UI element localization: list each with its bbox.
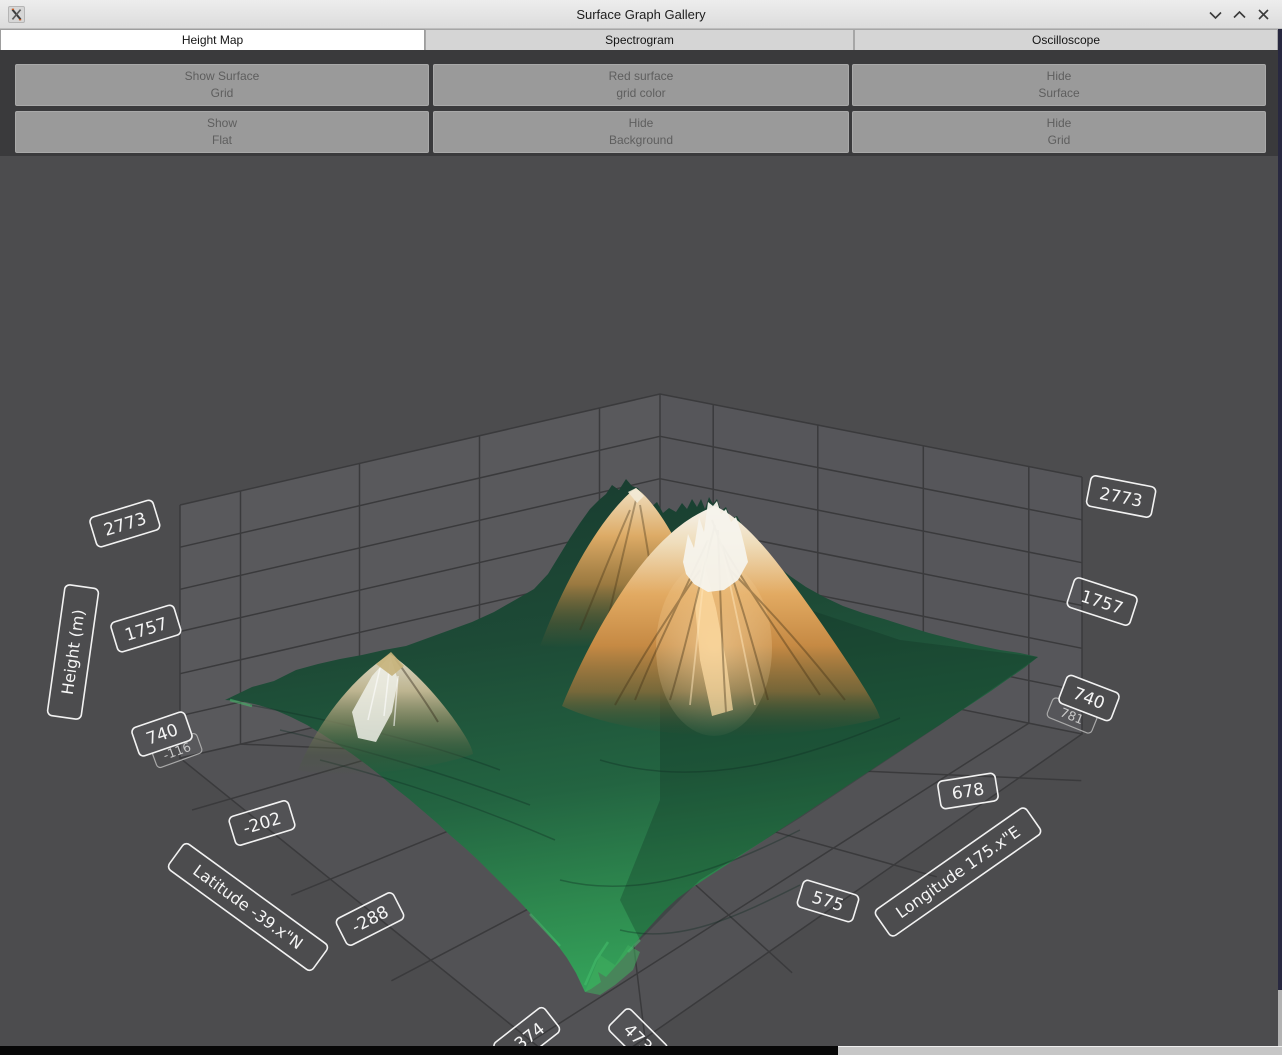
title-bar: Surface Graph Gallery [0,0,1282,29]
desktop: Surface Graph Gallery Height Map Spectro… [0,0,1282,1055]
minimize-button[interactable] [1204,4,1226,25]
hide-grid-button[interactable]: Hide Grid [852,111,1266,153]
tab-bar: Height Map Spectrogram Oscilloscope [0,29,1278,50]
button-line1: Red surface [609,68,674,85]
tab-oscilloscope[interactable]: Oscilloscope [854,29,1278,50]
chevron-up-icon [1233,10,1246,20]
button-line1: Show [207,115,237,132]
tab-spectrogram[interactable]: Spectrogram [425,29,854,50]
close-icon [1258,9,1269,20]
button-line2: Background [609,132,673,149]
show-flat-button[interactable]: Show Flat [15,111,429,153]
chevron-down-icon [1209,10,1222,20]
window-title: Surface Graph Gallery [0,0,1282,29]
desktop-edge-light [1278,990,1282,1046]
surface-plot-area[interactable]: -116 781 2773 1757 740 [0,156,1278,1046]
surface-plot-canvas[interactable]: -116 781 2773 1757 740 [0,156,1278,1046]
close-button[interactable] [1252,4,1274,25]
toolbar: Show Surface Grid Red surface grid color… [0,50,1278,156]
tab-label: Oscilloscope [1032,33,1100,47]
hide-background-button[interactable]: Hide Background [433,111,849,153]
screen-bottom-strip [0,1046,838,1055]
button-line1: Hide [1047,115,1072,132]
button-line1: Show Surface [185,68,260,85]
button-line2: Surface [1038,85,1079,102]
screen-bottom-strip-light [838,1046,1282,1055]
button-line2: Grid [1048,132,1071,149]
tab-label: Spectrogram [605,33,674,47]
button-line1: Hide [629,115,654,132]
button-line2: grid color [616,85,665,102]
maximize-button[interactable] [1228,4,1250,25]
desktop-edge [1278,29,1282,990]
show-surface-grid-button[interactable]: Show Surface Grid [15,64,429,106]
tab-label: Height Map [182,33,243,47]
button-line1: Hide [1047,68,1072,85]
hide-surface-button[interactable]: Hide Surface [852,64,1266,106]
red-surface-grid-color-button[interactable]: Red surface grid color [433,64,849,106]
button-line2: Grid [211,85,234,102]
tab-height-map[interactable]: Height Map [0,29,425,50]
button-line2: Flat [212,132,232,149]
